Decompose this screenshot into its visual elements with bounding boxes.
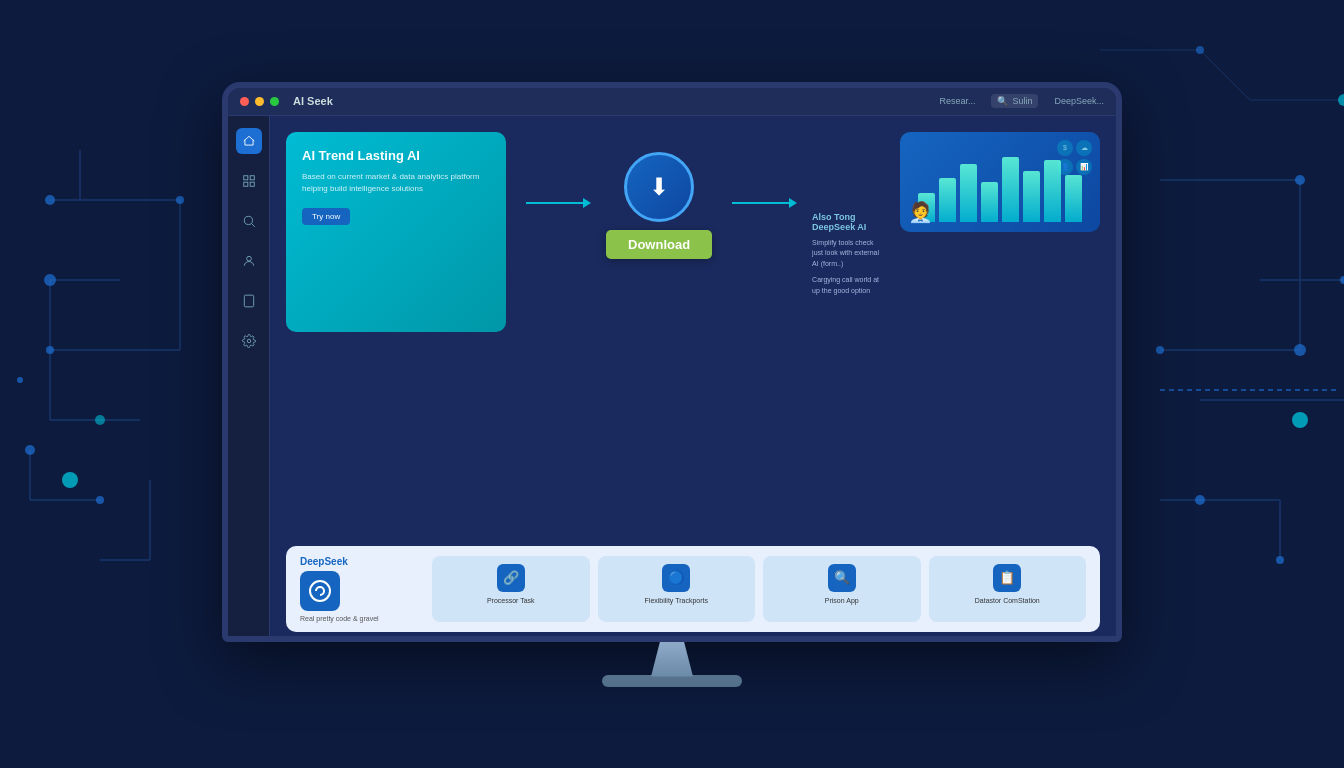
svg-point-14 bbox=[46, 346, 54, 354]
sidebar-item-user[interactable] bbox=[236, 248, 262, 274]
sidebar-item-phone[interactable] bbox=[236, 288, 262, 314]
monitor-stand bbox=[642, 642, 702, 677]
svg-point-17 bbox=[17, 377, 23, 383]
chart-bar-3 bbox=[960, 164, 977, 222]
sidebar-item-grid[interactable] bbox=[236, 168, 262, 194]
feature-card-3[interactable]: 🔍 Prison App bbox=[763, 556, 921, 622]
svg-rect-42 bbox=[250, 175, 254, 179]
content-layout: AI Trend Lasting AI Based on current mar… bbox=[286, 132, 1100, 632]
svg-point-47 bbox=[246, 256, 251, 261]
svg-point-31 bbox=[1340, 276, 1344, 284]
sidebar-item-search[interactable] bbox=[236, 208, 262, 234]
svg-point-12 bbox=[176, 196, 184, 204]
right-info-title: Also Tong DeepSeek AI bbox=[812, 212, 880, 232]
feature-icon-4: 📋 bbox=[993, 564, 1021, 592]
feature-icon-3: 🔍 bbox=[828, 564, 856, 592]
download-button[interactable]: Download bbox=[606, 230, 712, 259]
monitor-screen: AI Seek Resear... 🔍 Sulin DeepSeek... bbox=[222, 82, 1122, 642]
traffic-light-green[interactable] bbox=[270, 97, 279, 106]
chart-bar-8 bbox=[1065, 175, 1082, 222]
svg-point-13 bbox=[44, 274, 56, 286]
top-section: AI Trend Lasting AI Based on current mar… bbox=[286, 132, 1100, 530]
feature-card-2[interactable]: 🔵 Flexibility Trackports bbox=[598, 556, 756, 622]
svg-point-29 bbox=[1156, 346, 1164, 354]
arrow-line-left bbox=[526, 202, 586, 204]
title-bar: AI Seek Resear... 🔍 Sulin DeepSeek... bbox=[228, 88, 1116, 116]
chart-figure: 🧑‍💼 bbox=[908, 200, 933, 224]
svg-point-18 bbox=[62, 472, 78, 488]
svg-point-39 bbox=[1196, 46, 1204, 54]
right-info-item-2: Cargying call world at up the good optio… bbox=[812, 275, 880, 296]
download-center: ⬇ Download bbox=[606, 132, 712, 259]
arrow-left bbox=[526, 132, 586, 204]
left-panel-description: Based on current market & data analytics… bbox=[302, 171, 490, 195]
feature-label-3: Prison App bbox=[825, 596, 859, 605]
feature-label-4: Datastor ComStation bbox=[975, 596, 1040, 605]
svg-point-34 bbox=[1292, 412, 1308, 428]
download-circle: ⬇ bbox=[624, 152, 694, 222]
traffic-light-yellow[interactable] bbox=[255, 97, 264, 106]
search-icon: 🔍 bbox=[997, 96, 1008, 106]
feature-cards: 🔗 Processor Task 🔵 Flexibility Trackport… bbox=[432, 556, 1086, 622]
chart-icons: $ ☁ 👤 📊 bbox=[1057, 140, 1092, 175]
chart-icon-chart: 📊 bbox=[1076, 159, 1092, 175]
sidebar-item-home[interactable] bbox=[236, 128, 262, 154]
chart-bar-5 bbox=[1002, 157, 1019, 222]
arrow-line-right bbox=[732, 202, 792, 204]
feature-label-1: Processor Task bbox=[487, 596, 535, 605]
deepseek-logo-icon bbox=[300, 571, 340, 611]
svg-point-15 bbox=[25, 445, 35, 455]
svg-line-46 bbox=[251, 223, 254, 226]
download-icon: ⬇ bbox=[649, 173, 669, 201]
feature-card-4[interactable]: 📋 Datastor ComStation bbox=[929, 556, 1087, 622]
sidebar-item-settings[interactable] bbox=[236, 328, 262, 354]
feature-icon-1: 🔗 bbox=[497, 564, 525, 592]
svg-point-28 bbox=[1295, 175, 1305, 185]
svg-point-33 bbox=[1276, 556, 1284, 564]
monitor: AI Seek Resear... 🔍 Sulin DeepSeek... bbox=[222, 82, 1122, 687]
left-panel: AI Trend Lasting AI Based on current mar… bbox=[286, 132, 506, 332]
feature-icon-2: 🔵 bbox=[662, 564, 690, 592]
screen-content: AI Trend Lasting AI Based on current mar… bbox=[228, 116, 1116, 642]
chart-bar-6 bbox=[1023, 171, 1040, 221]
title-bar-nav: Resear... 🔍 Sulin DeepSeek... bbox=[939, 94, 1104, 108]
right-info-item-1: Simplify tools check just look with exte… bbox=[812, 238, 880, 270]
svg-rect-43 bbox=[243, 182, 247, 186]
chart-icon-cloud: ☁ bbox=[1076, 140, 1092, 156]
chart-icon-dollar: $ bbox=[1057, 140, 1073, 156]
search-text: Sulin bbox=[1012, 96, 1032, 106]
main-area: AI Trend Lasting AI Based on current mar… bbox=[270, 116, 1116, 642]
right-info: Also Tong DeepSeek AI Simplify tools che… bbox=[812, 132, 880, 297]
svg-point-16 bbox=[96, 496, 104, 504]
svg-point-32 bbox=[1195, 495, 1205, 505]
bottom-section: DeepSeek Real pretty code & gravel bbox=[286, 546, 1100, 632]
nav-item-research[interactable]: Resear... bbox=[939, 96, 975, 106]
svg-rect-41 bbox=[243, 175, 247, 179]
svg-point-11 bbox=[45, 195, 55, 205]
deepseek-subtext: Real pretty code & gravel bbox=[300, 615, 379, 622]
chart-panel: $ ☁ 👤 📊 bbox=[900, 132, 1100, 232]
svg-point-45 bbox=[244, 216, 252, 224]
deepseek-logo-area: DeepSeek Real pretty code & gravel bbox=[300, 556, 420, 622]
chart-bar-2 bbox=[939, 178, 956, 221]
try-now-button[interactable]: Try now bbox=[302, 208, 350, 225]
svg-point-19 bbox=[95, 415, 105, 425]
deepseek-label: DeepSeek bbox=[300, 556, 348, 567]
sidebar bbox=[228, 116, 270, 642]
arrow-right bbox=[732, 132, 792, 204]
svg-line-37 bbox=[1200, 50, 1250, 100]
svg-point-30 bbox=[1294, 344, 1306, 356]
app-title: AI Seek bbox=[293, 95, 333, 107]
traffic-light-red[interactable] bbox=[240, 97, 249, 106]
svg-point-40 bbox=[1338, 94, 1344, 106]
feature-card-1[interactable]: 🔗 Processor Task bbox=[432, 556, 590, 622]
svg-rect-44 bbox=[250, 182, 254, 186]
chart-bar-7 bbox=[1044, 160, 1061, 221]
left-panel-title: AI Trend Lasting AI bbox=[302, 148, 490, 163]
nav-item-deepseek[interactable]: DeepSeek... bbox=[1054, 96, 1104, 106]
feature-label-2: Flexibility Trackports bbox=[645, 596, 708, 605]
chart-bar-4 bbox=[981, 182, 998, 222]
search-bar[interactable]: 🔍 Sulin bbox=[991, 94, 1038, 108]
